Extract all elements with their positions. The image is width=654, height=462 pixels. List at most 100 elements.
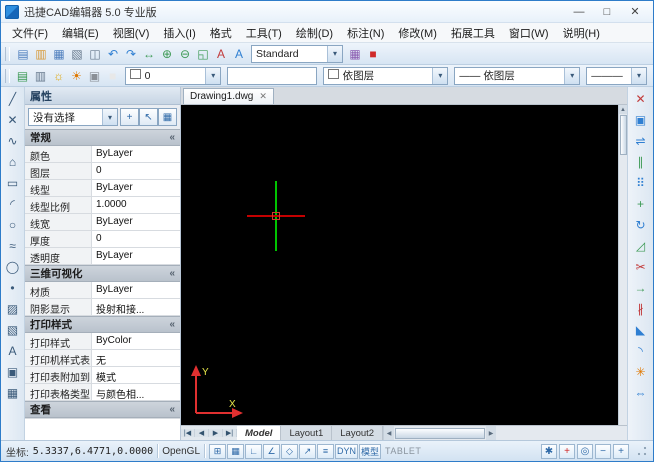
property-value[interactable]: 与颜色相...	[92, 384, 180, 400]
layer-combo[interactable]: 0	[125, 67, 222, 85]
lineweight-toggle[interactable]: ≡	[317, 444, 334, 459]
spline-icon[interactable]: ≈	[3, 236, 23, 256]
menu-item[interactable]: 格式	[203, 23, 239, 43]
property-value[interactable]: ByLayer	[92, 180, 180, 196]
erase-icon[interactable]: ✕	[631, 89, 651, 109]
menu-item[interactable]: 说明(H)	[556, 23, 607, 43]
property-value[interactable]: ByLayer	[92, 282, 180, 298]
property-value[interactable]: 0	[92, 163, 180, 179]
menu-item[interactable]: 绘制(D)	[289, 23, 340, 43]
selection-combo[interactable]: 没有选择	[28, 108, 118, 126]
xline-icon[interactable]: ✕	[3, 110, 23, 130]
menu-item[interactable]: 视图(V)	[106, 23, 157, 43]
property-value[interactable]: ByLayer	[92, 214, 180, 230]
array-icon[interactable]: ⠿	[631, 173, 651, 193]
block-icon[interactable]: ▣	[3, 362, 23, 382]
ortho-toggle[interactable]: ∟	[245, 444, 262, 459]
chamfer-icon[interactable]: ◣	[631, 320, 651, 340]
scroll-right-icon[interactable]: ▶	[486, 426, 496, 440]
extend-icon[interactable]: →	[631, 278, 651, 298]
target-button[interactable]: +	[559, 444, 575, 459]
dim-style-icon[interactable]: A	[230, 45, 248, 63]
color-combo[interactable]: 依图层	[323, 67, 449, 85]
mirror-icon[interactable]: ⇌	[631, 131, 651, 151]
property-value[interactable]: 无	[92, 350, 180, 366]
layout-tab[interactable]: Model	[237, 426, 281, 440]
menu-item[interactable]: 文件(F)	[5, 23, 55, 43]
dyn-toggle[interactable]: DYN	[335, 444, 358, 459]
zoom-extents-icon[interactable]: ◱	[194, 45, 212, 63]
gradient-icon[interactable]: ▧	[3, 320, 23, 340]
print-preview-icon[interactable]: ◫	[86, 45, 104, 63]
layer-color-icon[interactable]: ■	[104, 67, 122, 85]
point-icon[interactable]: •	[3, 278, 23, 298]
layer-properties-icon[interactable]: ▤	[14, 67, 32, 85]
polar-toggle[interactable]: ∠	[263, 444, 280, 459]
fillet-icon[interactable]: ◝	[631, 341, 651, 361]
text-icon[interactable]: A	[3, 341, 23, 361]
property-section-header[interactable]: 三维可视化	[25, 265, 180, 282]
menu-item[interactable]: 工具(T)	[239, 23, 289, 43]
maximize-button[interactable]: □	[593, 3, 621, 21]
quick-select-button[interactable]: ▦	[158, 108, 177, 126]
layout-tab[interactable]: Layout1	[281, 426, 332, 440]
close-tab-icon[interactable]: ✕	[259, 91, 267, 102]
scale-icon[interactable]: ◿	[631, 236, 651, 256]
last-tab-button[interactable]: ▶|	[223, 429, 237, 437]
menu-item[interactable]: 编辑(E)	[55, 23, 106, 43]
property-section-header[interactable]: 查看	[25, 401, 180, 418]
snap-toggle[interactable]: ⊞	[209, 444, 226, 459]
next-tab-button[interactable]: ▶	[209, 429, 223, 437]
horizontal-scrollbar[interactable]: ◀ ▶	[383, 426, 627, 440]
select-objects-button[interactable]: ↖	[139, 108, 158, 126]
open-folder-icon[interactable]: ▥	[32, 45, 50, 63]
close-button[interactable]: ✕	[621, 3, 649, 21]
property-value[interactable]: 0	[92, 231, 180, 247]
menu-item[interactable]: 窗口(W)	[502, 23, 556, 43]
scroll-up-icon[interactable]: ▲	[619, 105, 627, 114]
rectangle-icon[interactable]: ▭	[3, 173, 23, 193]
property-section-header[interactable]: 常规	[25, 129, 180, 146]
trim-icon[interactable]: ✂	[631, 257, 651, 277]
menu-item[interactable]: 插入(I)	[156, 23, 202, 43]
pan-icon[interactable]: ↔	[140, 45, 158, 63]
menu-item[interactable]: 拓展工具	[444, 23, 502, 43]
redo-icon[interactable]: ↷	[122, 45, 140, 63]
menu-item[interactable]: 修改(M)	[391, 23, 444, 43]
offset-icon[interactable]: ∥	[631, 152, 651, 172]
print-icon[interactable]: ▧	[68, 45, 86, 63]
property-value[interactable]: 投射和接...	[92, 299, 180, 315]
save-icon[interactable]: ▦	[50, 45, 68, 63]
drawing-canvas[interactable]: Y X	[181, 105, 618, 425]
hatch-icon[interactable]: ▨	[3, 299, 23, 319]
magnifier-button[interactable]: ◎	[577, 444, 593, 459]
document-tab[interactable]: Drawing1.dwg ✕	[183, 88, 274, 104]
table-icon[interactable]: ▦	[346, 45, 364, 63]
zoom-minus-button[interactable]: −	[595, 444, 611, 459]
resize-grip[interactable]	[636, 445, 648, 457]
copy-icon[interactable]: ▣	[631, 110, 651, 130]
sun-icon[interactable]: ☀	[68, 67, 86, 85]
layout-tab[interactable]: Layout2	[332, 426, 383, 440]
layer-states-icon[interactable]: ▥	[32, 67, 50, 85]
settings-gear-button[interactable]: ✱	[541, 444, 557, 459]
table-icon[interactable]: ▦	[3, 383, 23, 403]
zoom-out-icon[interactable]: ⊖	[176, 45, 194, 63]
scroll-left-icon[interactable]: ◀	[384, 426, 394, 440]
osnap-toggle[interactable]: ◇	[281, 444, 298, 459]
property-value[interactable]: ByColor	[92, 333, 180, 349]
polygon-icon[interactable]: ⌂	[3, 152, 23, 172]
undo-icon[interactable]: ↶	[104, 45, 122, 63]
menu-item[interactable]: 标注(N)	[340, 23, 391, 43]
bulb-on-icon[interactable]: ☼	[50, 67, 68, 85]
pickadd-toggle-button[interactable]: +	[120, 108, 139, 126]
horizontal-scroll-thumb[interactable]	[395, 428, 485, 439]
grid-toggle[interactable]: ▦	[227, 444, 244, 459]
zoom-in-icon[interactable]: ⊕	[158, 45, 176, 63]
layer-filter-input[interactable]	[227, 67, 316, 85]
break-icon[interactable]: ∦	[631, 299, 651, 319]
move-icon[interactable]: +	[631, 194, 651, 214]
lineweight-combo[interactable]: ———	[586, 67, 647, 85]
otrack-toggle[interactable]: ↗	[299, 444, 316, 459]
prev-tab-button[interactable]: ◀	[195, 429, 209, 437]
